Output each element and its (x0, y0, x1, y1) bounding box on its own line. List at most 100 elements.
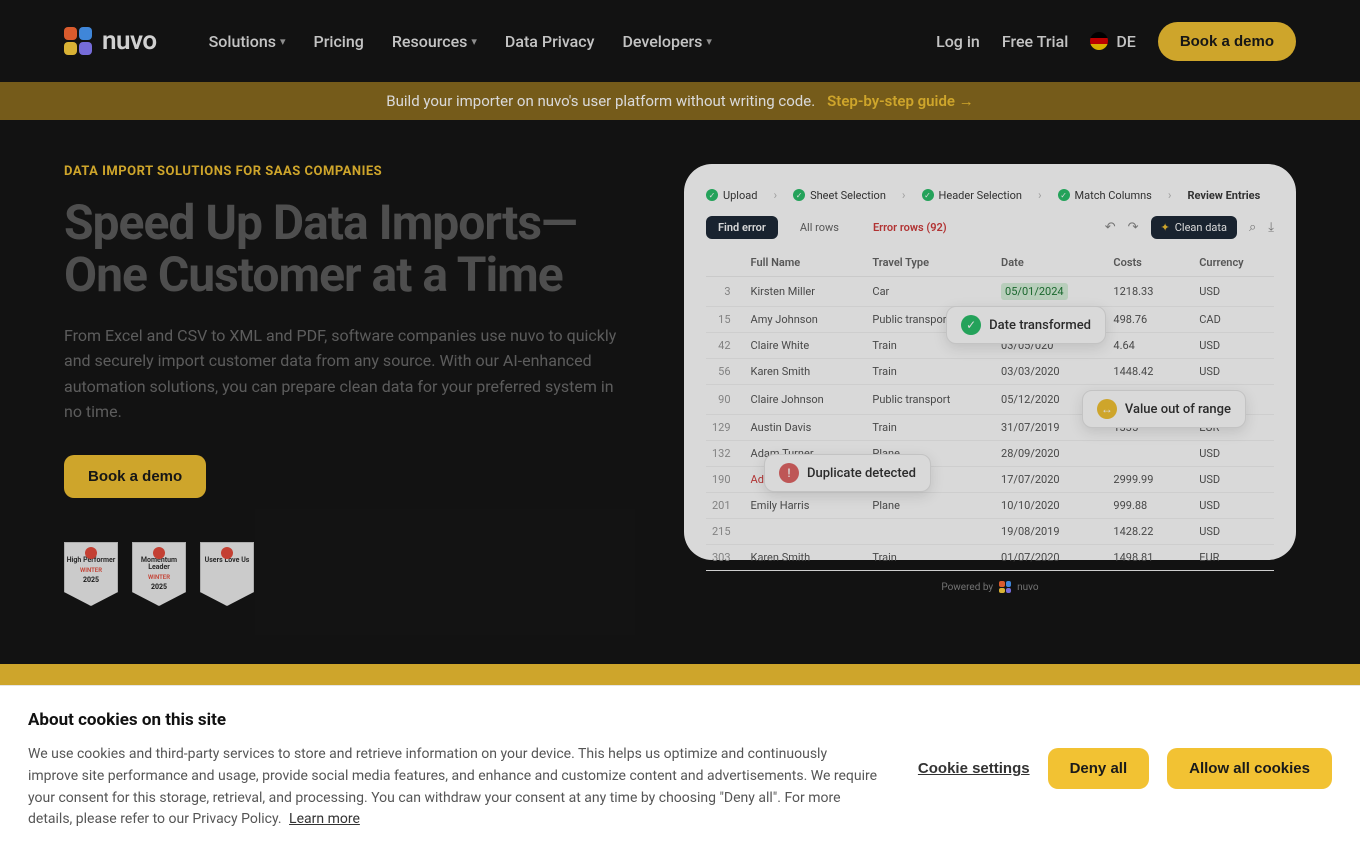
powered-by-brand: nuvo (1017, 582, 1039, 593)
cell-full-name: Karen Smith (745, 545, 867, 571)
cell-full-name: Amy Johnson (745, 307, 867, 333)
announcement-banner: Build your importer on nuvo's user platf… (0, 82, 1360, 120)
wizard-step-sheet[interactable]: ✓ Sheet Selection (793, 189, 886, 202)
cell-index: 215 (706, 519, 745, 545)
chevron-right-icon: › (1168, 188, 1172, 202)
clean-data-button[interactable]: ✦ Clean data (1151, 216, 1237, 239)
g2-logo-icon (221, 547, 233, 559)
col-date[interactable]: Date (995, 249, 1107, 277)
cell-costs: 1428.22 (1107, 519, 1193, 545)
col-travel-type[interactable]: Travel Type (866, 249, 995, 277)
hero-eyebrow: DATA IMPORT SOLUTIONS FOR SAAS COMPANIES (64, 164, 624, 179)
allow-all-button[interactable]: Allow all cookies (1167, 748, 1332, 789)
col-full-name[interactable]: Full Name (745, 249, 867, 277)
learn-more-link[interactable]: Learn more (289, 811, 360, 827)
nav-solutions[interactable]: Solutions ▾ (209, 32, 286, 51)
chevron-right-icon: › (1038, 188, 1042, 202)
cookie-title: About cookies on this site (28, 710, 878, 730)
cell-currency: USD (1193, 333, 1274, 359)
deny-all-button[interactable]: Deny all (1048, 748, 1150, 789)
cell-date: 01/07/2020 (995, 545, 1107, 571)
logo-mark-icon (999, 581, 1011, 593)
cookie-body-text: We use cookies and third-party services … (28, 746, 877, 827)
cell-index: 132 (706, 441, 745, 467)
cell-currency: USD (1193, 441, 1274, 467)
cell-index: 56 (706, 359, 745, 385)
nav-developers[interactable]: Developers ▾ (622, 32, 711, 51)
cell-travel-type: Train (866, 415, 995, 441)
check-icon: ✓ (706, 189, 718, 201)
table-row[interactable]: 21519/08/20191428.22USD (706, 519, 1274, 545)
table-row[interactable]: 56Karen SmithTrain03/03/20201448.42USD (706, 359, 1274, 385)
cell-full-name: Emily Harris (745, 493, 867, 519)
chevron-down-icon: ▾ (280, 35, 286, 48)
cell-costs (1107, 441, 1193, 467)
toast-label: Date transformed (989, 318, 1091, 333)
primary-nav: Solutions ▾ Pricing Resources ▾ Data Pri… (209, 32, 712, 51)
col-costs[interactable]: Costs (1107, 249, 1193, 277)
table-row[interactable]: 3Kirsten MillerCar05/01/20241218.33USD (706, 277, 1274, 307)
all-rows-filter[interactable]: All rows (788, 216, 851, 239)
product-screenshot: ✓ Upload › ✓ Sheet Selection › ✓ Header … (684, 164, 1296, 560)
col-currency[interactable]: Currency (1193, 249, 1274, 277)
find-error-button[interactable]: Find error (706, 216, 778, 239)
cell-costs: 1498.81 (1107, 545, 1193, 571)
hero-book-demo-button[interactable]: Book a demo (64, 455, 206, 498)
check-icon: ✓ (922, 189, 934, 201)
download-icon[interactable]: ⤓ (1268, 220, 1274, 235)
cell-index: 129 (706, 415, 745, 441)
product-toolbar: Find error All rows Error rows (92) ↶ ↷ … (706, 216, 1274, 239)
cookie-settings-button[interactable]: Cookie settings (918, 760, 1030, 777)
table-row[interactable]: 201Emily HarrisPlane10/10/2020999.88USD (706, 493, 1274, 519)
g2-badge-momentum-leader: Momentum Leader WINTER 2025 (132, 542, 186, 606)
cell-index: 303 (706, 545, 745, 571)
cell-date: 05/01/2024 (995, 277, 1107, 307)
wizard-label: Sheet Selection (810, 189, 886, 202)
language-switcher[interactable]: DE (1090, 32, 1135, 51)
nav-login[interactable]: Log in (936, 32, 980, 51)
nav-book-demo-button[interactable]: Book a demo (1158, 22, 1296, 61)
cell-currency: USD (1193, 359, 1274, 385)
redo-icon[interactable]: ↷ (1128, 220, 1139, 235)
chevron-down-icon: ▾ (471, 35, 477, 48)
cell-date: 10/10/2020 (995, 493, 1107, 519)
flag-germany-icon (1090, 32, 1108, 50)
cell-index: 15 (706, 307, 745, 333)
clean-data-label: Clean data (1175, 221, 1227, 234)
table-row[interactable]: 303Karen SmithTrain01/07/20201498.81EUR (706, 545, 1274, 571)
undo-icon[interactable]: ↶ (1105, 220, 1116, 235)
search-icon[interactable]: ⌕ (1249, 220, 1256, 235)
powered-by: Powered by nuvo (706, 581, 1274, 593)
wizard-steps: ✓ Upload › ✓ Sheet Selection › ✓ Header … (706, 188, 1274, 202)
wizard-step-upload[interactable]: ✓ Upload (706, 189, 757, 202)
nav-solutions-label: Solutions (209, 32, 276, 51)
alert-icon: ! (779, 463, 799, 483)
cell-costs: 4.64 (1107, 333, 1193, 359)
announcement-cta-link[interactable]: Step-by-step guide → (827, 92, 974, 110)
wizard-step-match[interactable]: ✓ Match Columns (1058, 189, 1152, 202)
wizard-step-header[interactable]: ✓ Header Selection (922, 189, 1022, 202)
cell-index: 201 (706, 493, 745, 519)
brand-logo[interactable]: nuvo (64, 26, 157, 56)
cell-travel-type: Train (866, 359, 995, 385)
badge-year: 2025 (83, 576, 99, 584)
g2-logo-icon (153, 547, 165, 559)
chevron-right-icon: › (902, 188, 906, 202)
toast-label: Duplicate detected (807, 466, 916, 481)
cell-index: 90 (706, 385, 745, 415)
wizard-step-review[interactable]: Review Entries (1187, 189, 1260, 202)
sparkle-icon: ✦ (1161, 221, 1170, 234)
nav-pricing[interactable]: Pricing (314, 32, 364, 51)
cell-travel-type (866, 519, 995, 545)
nav-free-trial[interactable]: Free Trial (1002, 32, 1069, 51)
col-index (706, 249, 745, 277)
cell-date: 19/08/2019 (995, 519, 1107, 545)
nav-data-privacy[interactable]: Data Privacy (505, 32, 595, 51)
cell-costs: 2999.99 (1107, 467, 1193, 493)
nav-resources[interactable]: Resources ▾ (392, 32, 477, 51)
cell-date: 03/03/2020 (995, 359, 1107, 385)
announcement-text: Build your importer on nuvo's user platf… (386, 92, 815, 110)
error-rows-filter[interactable]: Error rows (92) (861, 216, 959, 239)
badge-year: 2025 (151, 583, 167, 591)
g2-badge-users-love-us: Users Love Us (200, 542, 254, 606)
